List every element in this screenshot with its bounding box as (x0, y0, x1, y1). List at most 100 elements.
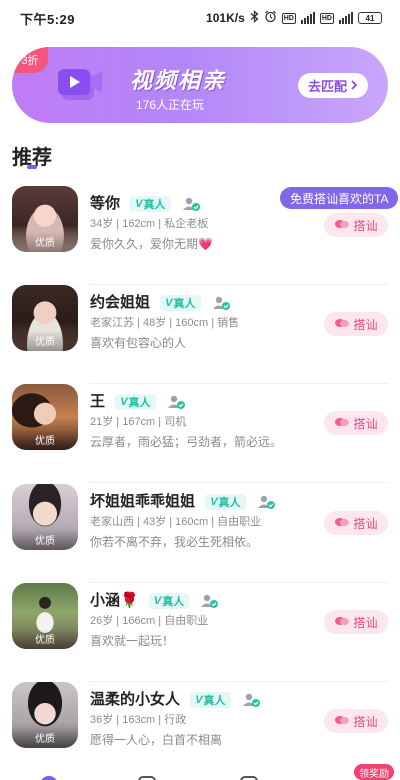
identity-verified-icon (166, 394, 186, 410)
quality-badge: 优质 (12, 629, 78, 649)
identity-verified-icon (181, 196, 201, 212)
video-dating-banner[interactable]: 3折 视频相亲 176人正在玩 去匹配 (12, 47, 388, 123)
status-time: 下午5:29 (20, 11, 76, 27)
user-name: 等你 (90, 195, 121, 212)
verified-badge: V 真人 (115, 394, 156, 411)
user-bio: 你若不离不弃，我必生死相依。 (90, 535, 259, 549)
user-card[interactable]: 优质 坏姐姐乖乖姐姐 V 真人 老家山西 | 43岁 | 160cm | 自由职业… (0, 484, 400, 583)
verified-label: 真人 (218, 497, 241, 510)
chat-button[interactable]: 搭讪 (324, 511, 388, 535)
hd-icon-2: HD (319, 12, 334, 24)
reward-badge[interactable]: 领奖励 (354, 764, 394, 780)
user-card[interactable]: 优质 约会姐姐 V 真人 老家江苏 | 48岁 | 160cm | 销售 喜欢有包… (0, 285, 400, 384)
user-card[interactable]: 优质 王 V 真人 21岁 | 167cm | 司机 云厚者，雨必猛；弓劲者，箭必… (0, 384, 400, 483)
verified-label: 真人 (143, 199, 166, 212)
verified-label: 真人 (162, 596, 185, 609)
chat-button-label: 搭讪 (353, 615, 378, 630)
user-bio: 愿得一人心，白首不相离 (90, 733, 223, 747)
user-name-row: 等你 V 真人 (90, 192, 201, 213)
user-bio: 爱你久久，爱你无期💗 (90, 237, 213, 251)
verified-badge: V 真人 (148, 593, 190, 610)
nav-message-icon[interactable] (138, 776, 156, 780)
user-card[interactable]: 优质 小涵🌹 V 真人 26岁 | 166cm | 自由职业 喜欢就一起玩！ 搭讪 (0, 583, 400, 682)
user-bio: 喜欢就一起玩！ (90, 634, 175, 648)
user-bio: 喜欢有包容心的人 (90, 336, 187, 350)
chevron-right-icon (350, 78, 358, 93)
nav-moments-icon[interactable] (240, 776, 258, 780)
network-speed: 101K/s (206, 11, 245, 25)
avatar[interactable]: 优质 (12, 186, 78, 252)
quality-badge: 优质 (12, 232, 78, 252)
user-name: 约会姐姐 (90, 294, 151, 311)
chat-button-label: 搭讪 (353, 416, 378, 431)
signal-icon (300, 12, 315, 24)
chat-bubble-icon (334, 416, 350, 431)
user-info: 26岁 | 166cm | 自由职业 (90, 615, 209, 627)
quality-badge: 优质 (12, 530, 78, 550)
banner-subtitle: 176人正在玩 (136, 98, 205, 112)
match-button[interactable]: 去匹配 (298, 73, 368, 98)
bottom-nav (0, 770, 400, 780)
chat-button[interactable]: 搭讪 (324, 610, 388, 634)
alarm-icon (264, 10, 277, 26)
avatar[interactable]: 优质 (12, 682, 78, 748)
bluetooth-icon (250, 10, 259, 26)
chat-button-label: 搭讪 (353, 218, 378, 233)
verified-label: 真人 (128, 397, 151, 410)
battery-icon: 41 (358, 12, 382, 24)
chat-bubble-icon (334, 218, 350, 233)
quality-badge: 优质 (12, 728, 78, 748)
status-indicators: 101K/s HD HD 41 (206, 10, 382, 26)
chat-button[interactable]: 搭讪 (324, 411, 388, 435)
chat-bubble-icon (334, 516, 350, 531)
avatar[interactable]: 优质 (12, 384, 78, 450)
quality-badge: 优质 (12, 331, 78, 351)
banner-title: 视频相亲 (130, 68, 227, 93)
identity-verified-icon (211, 295, 231, 311)
user-name-row: 温柔的小女人 V 真人 (90, 688, 261, 709)
chat-button-label: 搭讪 (353, 516, 378, 531)
chat-button[interactable]: 搭讪 (324, 213, 388, 237)
section-underline (27, 165, 37, 169)
chat-bubble-icon (334, 317, 350, 332)
avatar[interactable]: 优质 (12, 285, 78, 351)
verified-label: 真人 (203, 695, 226, 708)
user-card[interactable]: 优质 温柔的小女人 V 真人 36岁 | 163cm | 行政 愿得一人心，白首不… (0, 682, 400, 780)
avatar[interactable]: 优质 (12, 484, 78, 550)
chat-button[interactable]: 搭讪 (324, 709, 388, 733)
user-info: 老家山西 | 43岁 | 160cm | 自由职业 (90, 516, 262, 528)
verified-badge: V 真人 (160, 295, 201, 312)
identity-verified-icon (199, 593, 219, 609)
user-bio: 云厚者，雨必猛；弓劲者，箭必远。 (90, 435, 283, 449)
chat-bubble-icon (334, 714, 350, 729)
user-name: 小涵🌹 (90, 592, 139, 609)
video-camera-icon (56, 64, 110, 104)
nav-home-icon[interactable] (40, 776, 58, 780)
chat-bubble-icon (334, 615, 350, 630)
user-info: 老家江苏 | 48岁 | 160cm | 销售 (90, 317, 240, 329)
chat-button-label: 搭讪 (353, 317, 378, 332)
user-name-row: 坏姐姐乖乖姐姐 V 真人 (90, 490, 276, 511)
user-info: 36岁 | 163cm | 行政 (90, 714, 187, 726)
identity-verified-icon (241, 692, 261, 708)
verified-badge: V 真人 (205, 494, 246, 511)
verified-badge: V 真人 (130, 196, 171, 213)
discount-badge: 3折 (12, 47, 48, 73)
chat-button-label: 搭讪 (353, 714, 378, 729)
user-info: 34岁 | 162cm | 私企老板 (90, 218, 209, 230)
user-name-row: 王 V 真人 (90, 390, 186, 411)
user-card[interactable]: 优质 等你 V 真人 34岁 | 162cm | 私企老板 爱你久久，爱你无期💗 … (0, 186, 400, 285)
chat-button[interactable]: 搭讪 (324, 312, 388, 336)
match-button-label: 去匹配 (307, 79, 347, 94)
user-info: 21岁 | 167cm | 司机 (90, 416, 187, 428)
user-name: 坏姐姐乖乖姐姐 (90, 493, 196, 510)
user-name-row: 小涵🌹 V 真人 (90, 589, 219, 610)
user-name-row: 约会姐姐 V 真人 (90, 291, 231, 312)
identity-verified-icon (256, 494, 276, 510)
avatar[interactable]: 优质 (12, 583, 78, 649)
user-name: 温柔的小女人 (90, 691, 181, 708)
hd-icon: HD (281, 12, 296, 24)
user-name: 王 (90, 393, 106, 410)
quality-badge: 优质 (12, 430, 78, 450)
signal-icon-2 (339, 12, 353, 24)
